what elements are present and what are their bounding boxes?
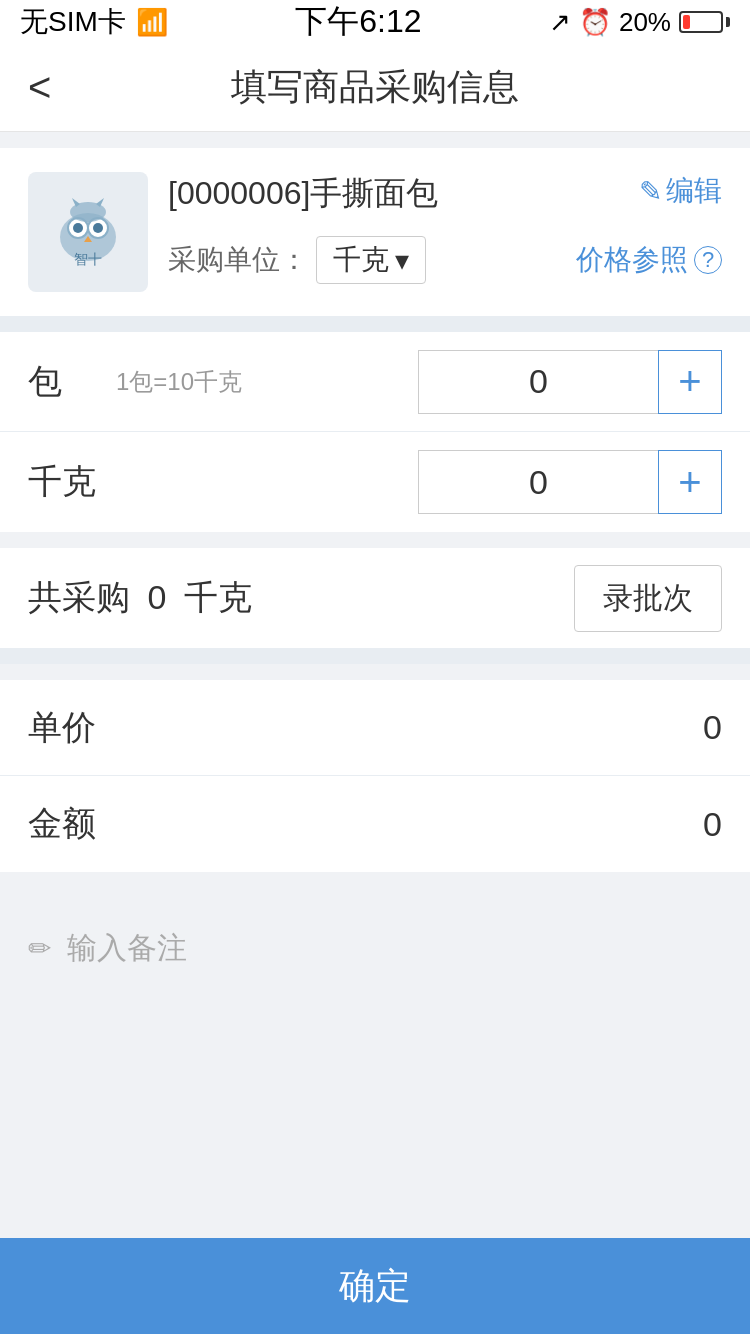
- bao-plus-button[interactable]: +: [658, 350, 722, 414]
- price-ref-label: 价格参照: [576, 241, 688, 279]
- bao-quantity-input[interactable]: [418, 350, 658, 414]
- product-info: [0000006]手撕面包 ✎ 编辑 采购单位： 千克 ▾ 价格参照 ?: [168, 172, 722, 284]
- bao-controls: +: [418, 350, 722, 414]
- unit-select[interactable]: 千克 ▾: [316, 236, 426, 284]
- back-button[interactable]: <: [28, 65, 51, 110]
- purchase-unit-label: 采购单位：: [168, 241, 308, 279]
- price-ref-button[interactable]: 价格参照 ?: [576, 241, 722, 279]
- product-card: 智十 [0000006]手撕面包 ✎ 编辑 采购单位： 千克 ▾ 价格参照 ?: [0, 148, 750, 316]
- product-name: [0000006]手撕面包: [168, 172, 438, 216]
- remark-section[interactable]: ✏ 输入备注: [0, 888, 750, 1008]
- summary-section: 共采购 0 千克 录批次: [0, 548, 750, 648]
- product-thumbnail-icon: 智十: [48, 192, 128, 272]
- amount-label: 金额: [28, 801, 96, 847]
- unit-value: 千克: [333, 241, 389, 279]
- bao-sublabel: 1包=10千克: [116, 366, 242, 398]
- amount-value: 0: [703, 805, 722, 844]
- summary-prefix: 共采购: [28, 578, 130, 616]
- pencil-icon: ✏: [28, 932, 51, 965]
- nav-bar: < 填写商品采购信息: [0, 44, 750, 132]
- status-bar: 无SIM卡 📶 下午6:12 ↗ ⏰ 20%: [0, 0, 750, 44]
- edit-icon: ✎: [639, 175, 662, 208]
- summary-amount: 0: [147, 578, 166, 616]
- wifi-icon: 📶: [136, 7, 168, 38]
- section-divider-1: [0, 316, 750, 332]
- remark-placeholder: 输入备注: [67, 928, 187, 969]
- unit-price-value: 0: [703, 708, 722, 747]
- bottom-spacer: [0, 1008, 750, 1208]
- summary-unit: 千克: [184, 578, 252, 616]
- summary-text: 共采购 0 千克: [28, 575, 252, 621]
- bao-label: 包: [28, 359, 108, 405]
- page-title: 填写商品采购信息: [231, 63, 519, 112]
- confirm-label: 确定: [339, 1262, 411, 1311]
- unit-price-row: 单价 0: [0, 680, 750, 776]
- input-section: 包 1包=10千克 + 千克 +: [0, 332, 750, 532]
- carrier-text: 无SIM卡: [20, 3, 126, 41]
- location-icon: ↗: [549, 7, 571, 38]
- battery-percent: 20%: [619, 7, 671, 38]
- status-time: 下午6:12: [295, 0, 421, 44]
- section-divider-2: [0, 648, 750, 664]
- dropdown-icon: ▾: [395, 244, 409, 277]
- svg-point-3: [73, 223, 83, 233]
- unit-price-label: 单价: [28, 705, 96, 751]
- bao-input-row: 包 1包=10千克 +: [0, 332, 750, 432]
- amount-row: 金额 0: [0, 776, 750, 872]
- kg-controls: +: [418, 450, 722, 514]
- alarm-icon: ⏰: [579, 7, 611, 38]
- confirm-button[interactable]: 确定: [0, 1238, 750, 1334]
- product-image: 智十: [28, 172, 148, 292]
- status-left: 无SIM卡 📶: [20, 3, 168, 41]
- summary-row: 共采购 0 千克 录批次: [0, 548, 750, 648]
- kg-quantity-input[interactable]: [418, 450, 658, 514]
- battery-indicator: [679, 11, 730, 33]
- price-section: 单价 0 金额 0: [0, 680, 750, 872]
- kg-plus-button[interactable]: +: [658, 450, 722, 514]
- svg-point-4: [93, 223, 103, 233]
- status-right: ↗ ⏰ 20%: [549, 7, 730, 38]
- edit-label: 编辑: [666, 172, 722, 210]
- help-icon: ?: [694, 246, 722, 274]
- batch-button[interactable]: 录批次: [574, 565, 722, 632]
- svg-text:智十: 智十: [74, 251, 102, 267]
- kg-label: 千克: [28, 459, 108, 505]
- kg-input-row: 千克 +: [0, 432, 750, 532]
- edit-button[interactable]: ✎ 编辑: [639, 172, 722, 210]
